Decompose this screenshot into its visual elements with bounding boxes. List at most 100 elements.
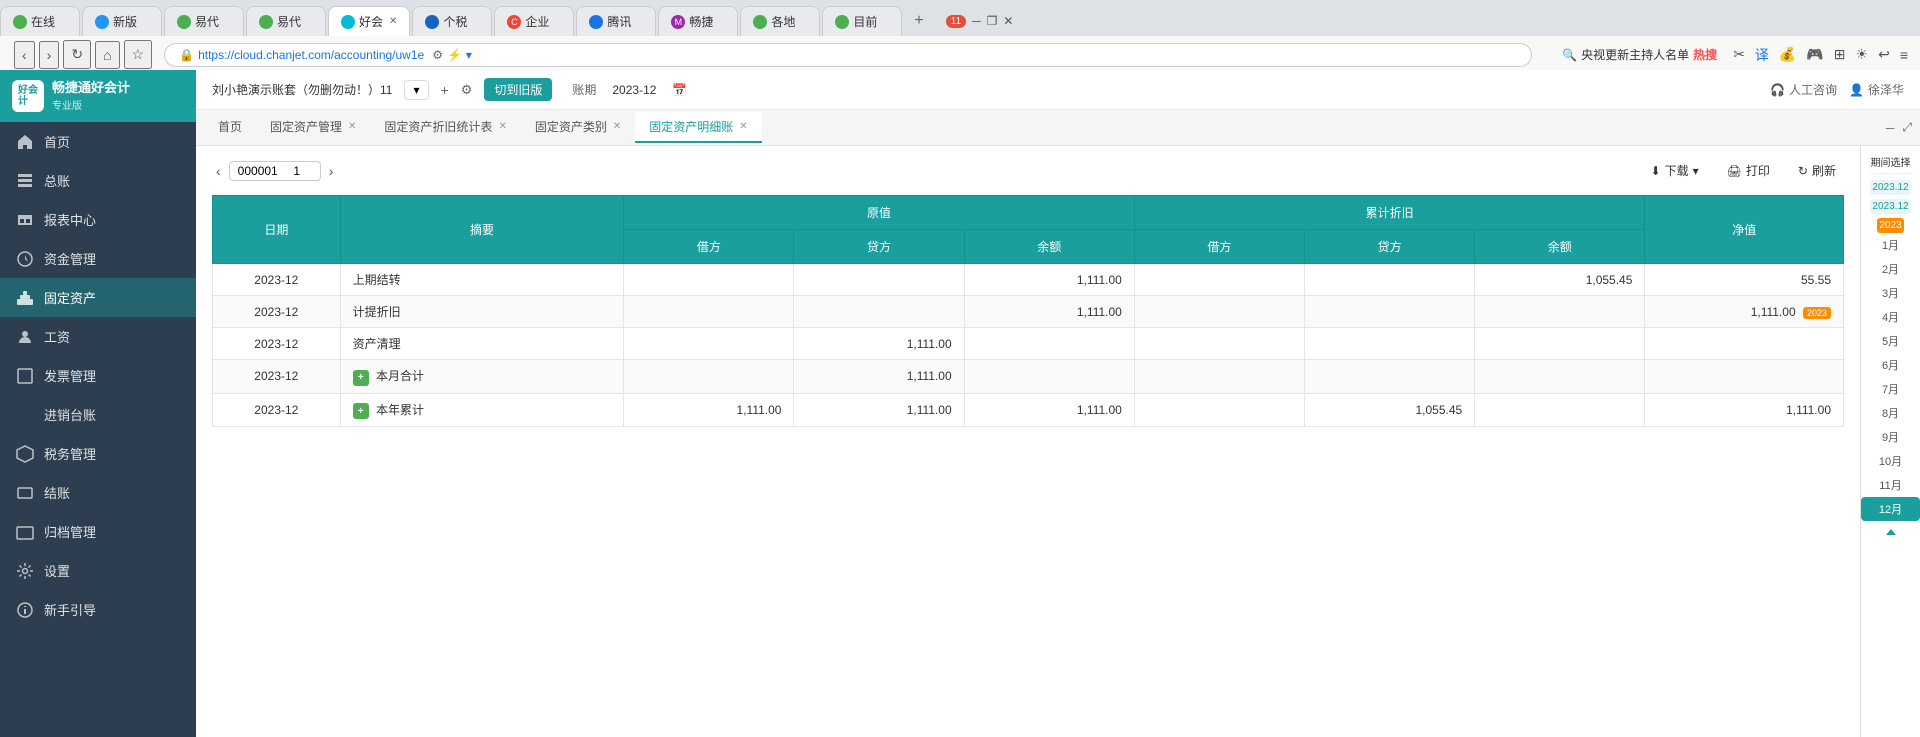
browser-tab-geshui[interactable]: 个税 [412, 6, 492, 36]
period-month-7[interactable]: 7月 [1861, 377, 1920, 401]
undo-icon[interactable]: ↩ [1878, 46, 1890, 63]
window-close[interactable]: ✕ [1003, 14, 1013, 28]
translate-icon[interactable]: 译 [1755, 45, 1769, 65]
url-bar[interactable]: 🔒 https://cloud.chanjet.com/accounting/u… [164, 43, 1532, 67]
period-selected-date-1[interactable]: 2023.12 [1870, 180, 1910, 195]
grid-icon[interactable]: ⊞ [1834, 46, 1846, 63]
sidebar-item-asset[interactable]: 固定资产 [0, 278, 196, 317]
prev-page-button[interactable]: ‹ [212, 161, 225, 181]
page-tab-close-depreciation-stat[interactable]: ✕ [498, 121, 506, 132]
browser-tab-changjie[interactable]: M 畅捷 [658, 6, 738, 36]
sidebar-item-ledger[interactable]: 总账 [0, 161, 196, 200]
next-page-button[interactable]: › [325, 161, 338, 181]
new-tab-button[interactable]: + [904, 6, 933, 36]
menu-icon[interactable]: ≡ [1900, 47, 1908, 63]
reload-button[interactable]: ↻ [63, 40, 91, 69]
period-month-12[interactable]: 12月 [1861, 497, 1920, 521]
page-tab-home[interactable]: 首页 [204, 112, 256, 143]
sidebar-item-tax[interactable]: 税务管理 [0, 434, 196, 473]
switch-version-button[interactable]: 切到旧版 [484, 78, 552, 101]
headset-icon: 🎧 [1770, 83, 1785, 97]
scissors-icon[interactable]: ✂ [1733, 46, 1745, 63]
period-month-9[interactable]: 9月 [1861, 425, 1920, 449]
tab-close-icon[interactable]: ✕ [389, 16, 397, 27]
cell-accum-debit [1134, 264, 1304, 296]
sidebar-item-settings[interactable]: 设置 [0, 551, 196, 590]
sidebar-item-salary[interactable]: 工资 [0, 317, 196, 356]
sidebar-item-guide[interactable]: 新手引导 [0, 590, 196, 629]
period-month-11[interactable]: 11月 [1861, 473, 1920, 497]
browser-window-controls: 11 ─ ❐ ✕ [938, 6, 1022, 36]
add-account-button[interactable]: + [441, 82, 449, 98]
wallet-icon[interactable]: 💰 [1779, 46, 1796, 63]
minimize-panel-icon[interactable]: ─ [1886, 121, 1895, 135]
sidebar-item-trade[interactable]: 进销台账 [0, 395, 196, 434]
browser-tab-gedi[interactable]: 各地 [740, 6, 820, 36]
period-month-10[interactable]: 10月 [1861, 449, 1920, 473]
sidebar-item-close[interactable]: 结账 [0, 473, 196, 512]
sidebar-item-invoice[interactable]: 发票管理 [0, 356, 196, 395]
browser-tab-qiye[interactable]: C 企业 [494, 6, 574, 36]
page-tab-asset-category[interactable]: 固定资产类别 ✕ [521, 112, 635, 143]
browser-tab-yidai1[interactable]: 易代 [164, 6, 244, 36]
sidebar-item-archive[interactable]: 归档管理 [0, 512, 196, 551]
browser-tab-new1[interactable]: 新版 [82, 6, 162, 36]
main-content: 刘小艳演示账套（勿删勿动！）11 ▾ + ⚙ 切到旧版 账期 2023-12 📅… [196, 70, 1920, 737]
sidebar-item-home[interactable]: 首页 [0, 122, 196, 161]
brand-sub: 专业版 [52, 97, 130, 112]
sidebar-item-report[interactable]: 报表中心 [0, 200, 196, 239]
user-avatar[interactable]: 👤 徐泽华 [1849, 81, 1904, 98]
page-tab-close-asset-category[interactable]: ✕ [613, 121, 621, 132]
cell-orig-credit: 1,111.00 [794, 328, 964, 360]
forward-button[interactable]: › [39, 41, 60, 69]
window-restore[interactable]: ❐ [987, 14, 998, 28]
period-year-badge[interactable]: 2023 [1877, 218, 1903, 233]
period-month-3[interactable]: 3月 [1861, 281, 1920, 305]
settings-icon-small[interactable]: ⚙ [461, 82, 473, 98]
page-tab-depreciation-stat[interactable]: 固定资产折旧统计表 ✕ [370, 112, 520, 143]
tax-icon [16, 445, 34, 463]
brightness-icon[interactable]: ☀ [1856, 46, 1869, 63]
maximize-panel-icon[interactable]: ⤢ [1902, 120, 1912, 135]
account-dropdown[interactable]: ▾ [404, 80, 428, 100]
col-net-value: 净值 [1645, 196, 1844, 264]
browser-tab-yidai2[interactable]: 易代 [246, 6, 326, 36]
browser-tab-muqian[interactable]: 目前 [822, 6, 902, 36]
page-tab-close-asset-mgmt[interactable]: ✕ [348, 121, 356, 132]
browser-tab-online[interactable]: 在线 [0, 6, 80, 36]
page-tab-asset-ledger[interactable]: 固定资产明细账 ✕ [635, 112, 761, 143]
game-icon[interactable]: 🎮 [1806, 46, 1823, 63]
period-month-5[interactable]: 5月 [1861, 329, 1920, 353]
cell-summary: 资产清理 [340, 328, 624, 360]
window-minimize[interactable]: ─ [972, 14, 981, 28]
browser-tab-haohui[interactable]: 好会 ✕ [328, 6, 410, 36]
human-service-button[interactable]: 🎧 人工咨询 [1770, 81, 1837, 98]
period-month-2[interactable]: 2月 [1861, 257, 1920, 281]
print-button[interactable]: 🖨 打印 [1719, 158, 1778, 183]
page-tab-close-asset-ledger[interactable]: ✕ [739, 121, 747, 132]
period-selected-date-2[interactable]: 2023.12 [1870, 199, 1910, 214]
col-original-value: 原值 [624, 196, 1135, 230]
col-date: 日期 [213, 196, 341, 264]
refresh-button[interactable]: ↻ 刷新 [1790, 158, 1844, 183]
page-tab-asset-mgmt[interactable]: 固定资产管理 ✕ [256, 112, 370, 143]
bookmark-button[interactable]: ☆ [124, 40, 153, 69]
period-month-8[interactable]: 8月 [1861, 401, 1920, 425]
right-period-panel: 期间选择 2023.12 2023.12 2023 1月 2月 3月 4月 5月… [1860, 146, 1920, 737]
period-month-4[interactable]: 4月 [1861, 305, 1920, 329]
period-month-6[interactable]: 6月 [1861, 353, 1920, 377]
tab-favicon [177, 15, 191, 29]
scroll-up-icon[interactable] [1883, 525, 1899, 541]
download-button[interactable]: ⬇ 下载 ▾ [1643, 158, 1707, 183]
calendar-icon[interactable]: 📅 [672, 83, 687, 97]
dropdown-icon[interactable]: ▾ [466, 48, 472, 62]
cell-accum-balance: 1,055.45 [1475, 264, 1645, 296]
period-month-1[interactable]: 1月 [1861, 233, 1920, 257]
page-index-input[interactable] [282, 164, 312, 178]
sidebar-item-fund[interactable]: 资金管理 [0, 239, 196, 278]
col-summary: 摘要 [340, 196, 624, 264]
back-button[interactable]: ‹ [14, 41, 35, 69]
home-button[interactable]: ⌂ [95, 41, 119, 69]
browser-tab-tengxun[interactable]: 腾讯 [576, 6, 656, 36]
archive-icon [16, 523, 34, 541]
